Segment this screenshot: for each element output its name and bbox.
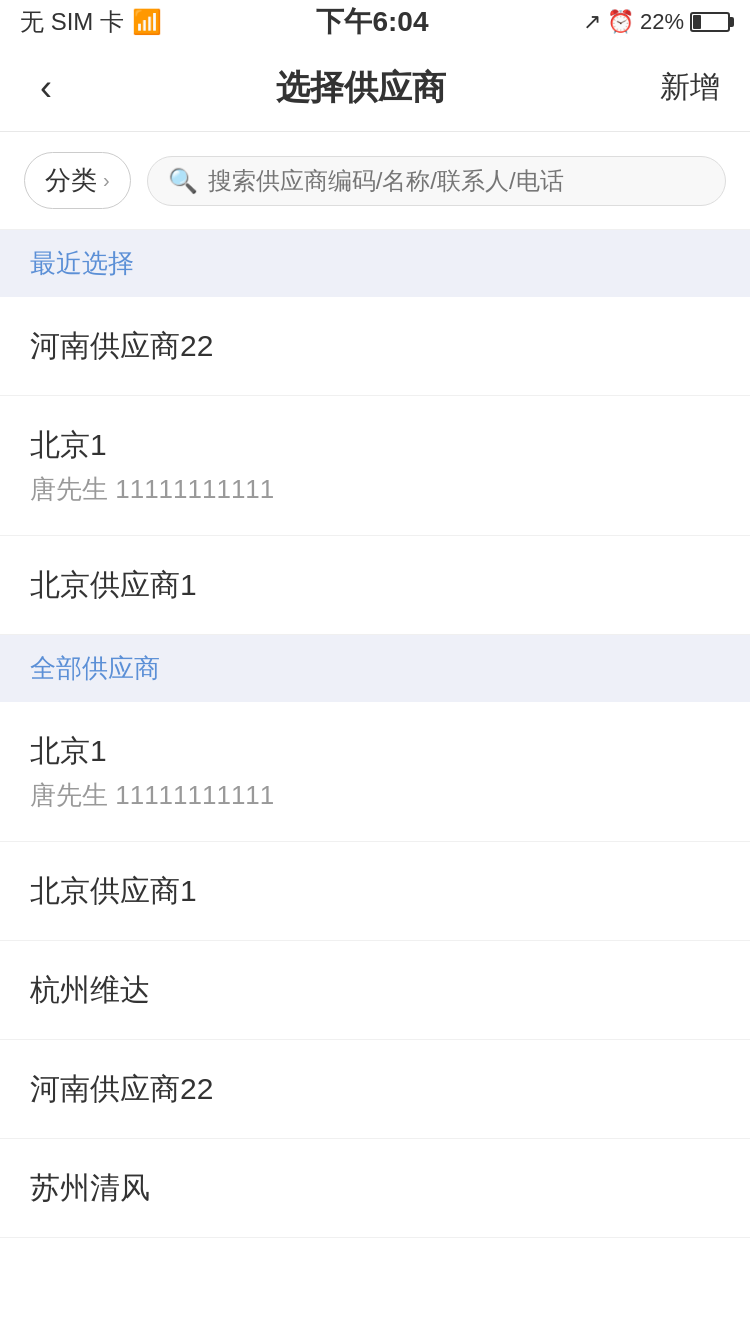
list-item[interactable]: 苏州清风 bbox=[0, 1139, 750, 1238]
all-section-header: 全部供应商 bbox=[0, 635, 750, 702]
add-button[interactable]: 新增 bbox=[660, 67, 720, 108]
status-left: 无 SIM 卡 📶 bbox=[20, 6, 162, 38]
list-item[interactable]: 北京1 唐先生 11111111111 bbox=[0, 702, 750, 842]
item-name: 北京1 bbox=[30, 730, 720, 772]
status-bar: 无 SIM 卡 📶 下午6:04 ↗ ⏰ 22% bbox=[0, 0, 750, 44]
item-name: 北京1 bbox=[30, 424, 720, 466]
chevron-right-icon: › bbox=[103, 169, 110, 192]
item-sub: 唐先生 11111111111 bbox=[30, 778, 720, 813]
item-name: 苏州清风 bbox=[30, 1167, 720, 1209]
status-right: ↗ ⏰ 22% bbox=[583, 9, 730, 35]
search-icon: 🔍 bbox=[168, 167, 198, 195]
list-item[interactable]: 杭州维达 bbox=[0, 941, 750, 1040]
search-box: 🔍 bbox=[147, 156, 726, 206]
page-title: 选择供应商 bbox=[276, 65, 446, 111]
list-item[interactable]: 北京供应商1 bbox=[0, 842, 750, 941]
list-item[interactable]: 北京1 唐先生 11111111111 bbox=[0, 396, 750, 536]
item-name: 杭州维达 bbox=[30, 969, 720, 1011]
status-time: 下午6:04 bbox=[316, 3, 428, 41]
back-button[interactable]: ‹ bbox=[30, 57, 62, 119]
list-item[interactable]: 河南供应商22 bbox=[0, 297, 750, 396]
no-sim-text: 无 SIM 卡 bbox=[20, 6, 124, 38]
all-section-label: 全部供应商 bbox=[30, 653, 160, 683]
item-name: 河南供应商22 bbox=[30, 325, 720, 367]
battery-percentage: 22% bbox=[640, 9, 684, 35]
item-name: 河南供应商22 bbox=[30, 1068, 720, 1110]
alarm-icon: ⏰ bbox=[607, 9, 634, 35]
item-sub: 唐先生 11111111111 bbox=[30, 472, 720, 507]
list-item[interactable]: 河南供应商22 bbox=[0, 1040, 750, 1139]
all-list: 北京1 唐先生 11111111111 北京供应商1 杭州维达河南供应商22 苏州清风 bbox=[0, 702, 750, 1238]
nav-bar: ‹ 选择供应商 新增 bbox=[0, 44, 750, 132]
item-name: 北京供应商1 bbox=[30, 564, 720, 606]
location-icon: ↗ bbox=[583, 9, 601, 35]
category-label: 分类 bbox=[45, 163, 97, 198]
wifi-icon: 📶 bbox=[132, 8, 162, 36]
filter-bar: 分类 › 🔍 bbox=[0, 132, 750, 230]
recent-section-header: 最近选择 bbox=[0, 230, 750, 297]
search-input[interactable] bbox=[208, 167, 705, 195]
item-name: 北京供应商1 bbox=[30, 870, 720, 912]
recent-list: 河南供应商22 北京1 唐先生 11111111111 北京供应商1 bbox=[0, 297, 750, 635]
battery-icon bbox=[690, 12, 730, 32]
recent-section-label: 最近选择 bbox=[30, 248, 134, 278]
list-item[interactable]: 北京供应商1 bbox=[0, 536, 750, 635]
category-button[interactable]: 分类 › bbox=[24, 152, 131, 209]
